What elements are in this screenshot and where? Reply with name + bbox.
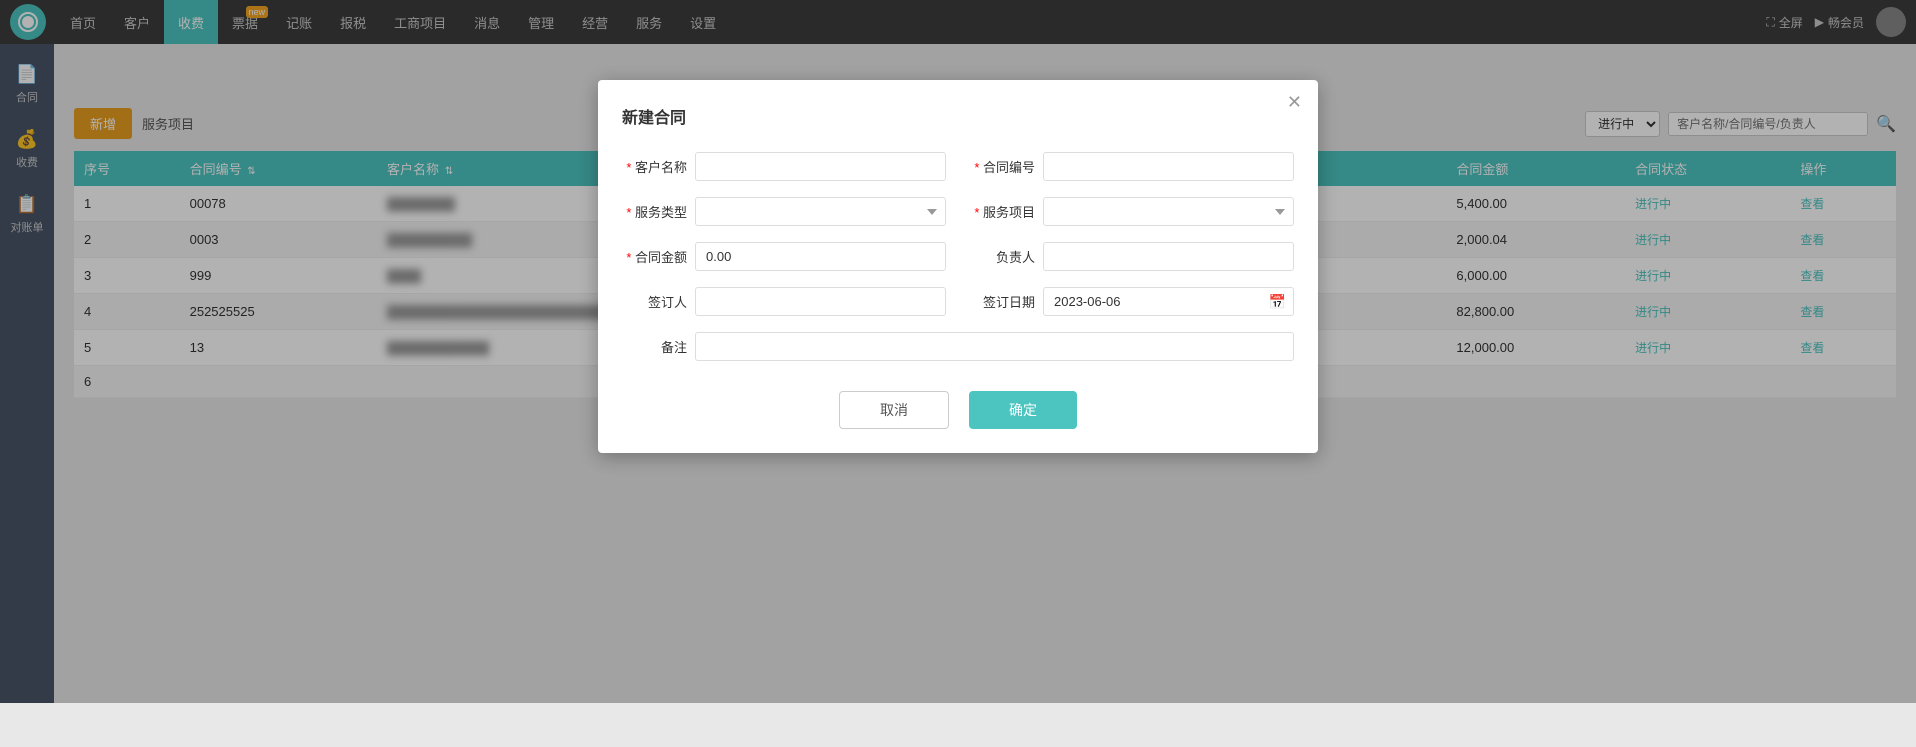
- contract-no-label: 合同编号: [970, 157, 1035, 176]
- remark-label: 备注: [622, 337, 687, 356]
- contract-amount-input[interactable]: [695, 242, 946, 271]
- modal-footer: 取消 确定: [622, 391, 1294, 429]
- responsible-label: 负责人: [970, 247, 1035, 266]
- contract-no-row: 合同编号: [970, 152, 1294, 181]
- service-type-select[interactable]: [695, 197, 946, 226]
- signer-row: 签订人: [622, 287, 946, 316]
- sign-date-input[interactable]: [1043, 287, 1294, 316]
- confirm-button[interactable]: 确定: [969, 391, 1077, 429]
- modal-title: 新建合同: [622, 104, 1294, 128]
- service-item-label: 服务项目: [970, 202, 1035, 221]
- signer-label: 签订人: [622, 292, 687, 311]
- form-grid: 客户名称 合同编号 服务类型 服务项目: [622, 152, 1294, 361]
- contract-no-input[interactable]: [1043, 152, 1294, 181]
- service-type-label: 服务类型: [622, 202, 687, 221]
- sign-date-row: 签订日期 📅: [970, 287, 1294, 316]
- contract-amount-row: 合同金额: [622, 242, 946, 271]
- cancel-button[interactable]: 取消: [839, 391, 949, 429]
- service-item-select[interactable]: [1043, 197, 1294, 226]
- modal-overlay: ✕ 新建合同 客户名称 合同编号 服务类型 服务项目: [0, 0, 1916, 703]
- sign-date-label: 签订日期: [970, 292, 1035, 311]
- contract-amount-label: 合同金额: [622, 247, 687, 266]
- signer-input[interactable]: [695, 287, 946, 316]
- modal-close-button[interactable]: ✕: [1287, 92, 1302, 113]
- service-type-row: 服务类型: [622, 197, 946, 226]
- sign-date-wrap: 📅: [1043, 287, 1294, 316]
- customer-name-row: 客户名称: [622, 152, 946, 181]
- customer-name-label: 客户名称: [622, 157, 687, 176]
- responsible-row: 负责人: [970, 242, 1294, 271]
- service-item-row: 服务项目: [970, 197, 1294, 226]
- customer-name-input[interactable]: [695, 152, 946, 181]
- remark-row: 备注: [622, 332, 1294, 361]
- responsible-input[interactable]: [1043, 242, 1294, 271]
- remark-input[interactable]: [695, 332, 1294, 361]
- calendar-icon: 📅: [1269, 293, 1286, 310]
- new-contract-modal: ✕ 新建合同 客户名称 合同编号 服务类型 服务项目: [598, 80, 1318, 453]
